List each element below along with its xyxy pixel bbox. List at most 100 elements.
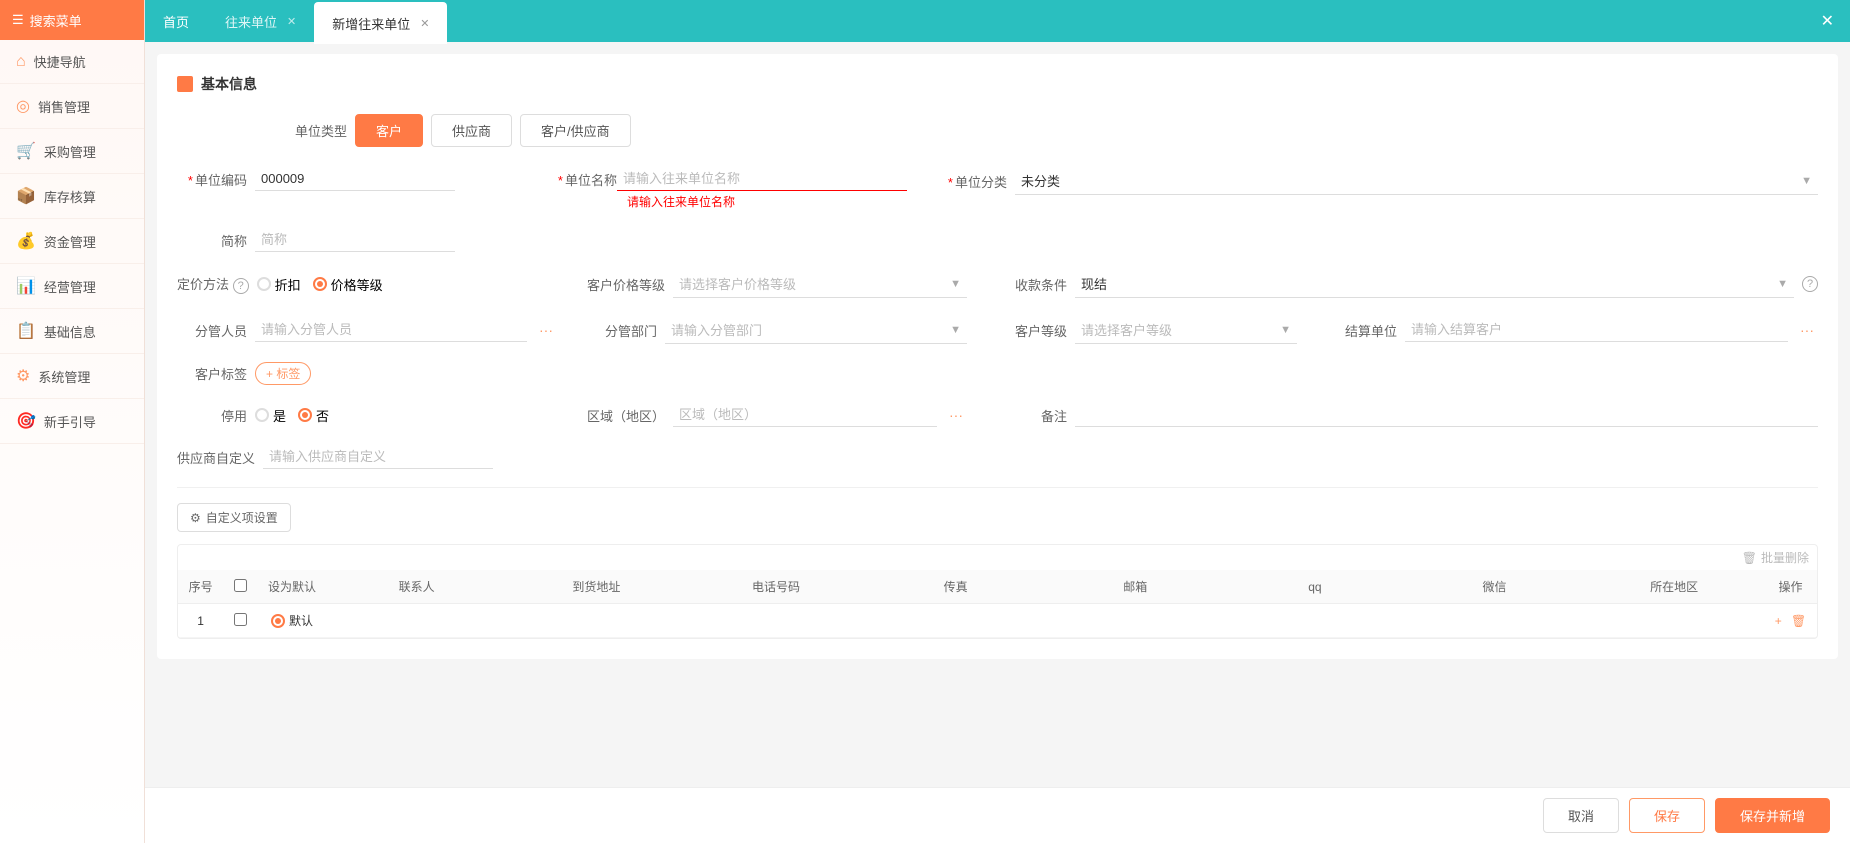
tab-home[interactable]: 首页 [145,0,207,42]
radio-price-level[interactable]: 价格等级 [313,275,383,294]
customer-level-select[interactable]: 请选择客户等级 ▼ [1075,316,1297,344]
field-payment-terms: 收款条件 现结 ▼ ? [997,270,1818,298]
unit-type-label: 单位类型 [277,121,347,140]
unit-code-label: *单位编码 [177,170,247,189]
region-input[interactable] [673,403,937,427]
tab-new-transaction[interactable]: 新增往来单位 ✕ [314,2,447,44]
tab-transactions[interactable]: 往来单位 ✕ [207,0,314,42]
cell-region[interactable] [1584,604,1764,638]
radio-discount-label: 折扣 [275,275,301,294]
pricing-method-group: 折扣 价格等级 [257,275,383,294]
batch-delete-icon: 🗑 [1742,551,1757,565]
batch-delete-button[interactable]: 🗑 批量删除 [1742,549,1809,566]
save-and-new-button[interactable]: 保存并新增 [1715,798,1830,833]
payment-terms-arrow: ▼ [1777,278,1788,290]
department-select[interactable]: 请输入分管部门 ▼ [665,316,967,344]
close-all-tabs[interactable]: ✕ [1805,11,1850,31]
field-region: 区域（地区） ··· [587,403,967,427]
cell-address[interactable] [507,604,687,638]
sidebar-item-system[interactable]: ⚙ 系统管理 [0,354,144,399]
sidebar-label-inventory: 库存核算 [44,187,96,206]
save-button[interactable]: 保存 [1629,798,1705,833]
cell-fax[interactable] [866,604,1046,638]
supplier-custom-input[interactable] [263,445,493,469]
unit-code-input[interactable] [255,167,455,191]
unit-type-supplier[interactable]: 供应商 [431,114,512,147]
radio-yes-label: 是 [273,406,286,425]
tab-new-transaction-close[interactable]: ✕ [420,17,429,30]
customer-tag-label: 客户标签 [177,364,247,383]
radio-discount[interactable]: 折扣 [257,275,301,294]
row-checkbox[interactable] [234,613,247,626]
radio-yes[interactable]: 是 [255,406,286,425]
unit-category-value: 未分类 [1021,171,1797,190]
th-contact: 联系人 [327,570,507,604]
cell-qq[interactable] [1225,604,1405,638]
contact-input[interactable] [337,614,497,628]
phone-input[interactable] [696,614,856,628]
region-cell-input[interactable] [1594,614,1754,628]
sidebar-label-guide: 新手引导 [44,412,96,431]
settlement-unit-input[interactable] [1405,318,1788,342]
cell-email[interactable] [1045,604,1225,638]
th-wechat: 微信 [1405,570,1585,604]
radio-no[interactable]: 否 [298,406,329,425]
add-tag-button[interactable]: + 标签 [255,362,311,385]
abbreviation-input[interactable] [255,228,455,252]
unit-name-input[interactable] [617,167,907,191]
sidebar-item-basic[interactable]: 📋 基础信息 [0,309,144,354]
cell-wechat[interactable] [1405,604,1585,638]
field-customer-tag: 客户标签 + 标签 [177,362,557,385]
fax-input[interactable] [876,614,1036,628]
unit-type-customer[interactable]: 客户 [355,114,423,147]
sidebar-label-basic: 基础信息 [44,322,96,341]
section-basic-info: 基本信息 [177,74,1818,94]
unit-type-both[interactable]: 客户/供应商 [520,114,631,147]
customize-settings-button[interactable]: ⚙ 自定义项设置 [177,503,291,532]
guide-icon: 🎯 [16,411,36,431]
search-menu-label: 搜索菜单 [30,11,82,30]
cancel-button[interactable]: 取消 [1543,798,1619,833]
tab-transactions-close[interactable]: ✕ [287,15,296,28]
field-manager: 分管人员 ··· [177,318,557,342]
search-menu[interactable]: ☰ 搜索菜单 [0,0,144,40]
default-radio[interactable]: 默认 [267,612,317,629]
unit-category-select[interactable]: 未分类 ▼ [1015,167,1818,195]
system-icon: ⚙ [16,366,30,386]
sidebar-item-inventory[interactable]: 📦 库存核算 [0,174,144,219]
add-row-btn[interactable]: + [1775,614,1782,628]
manager-ellipsis[interactable]: ··· [535,322,557,338]
sidebar-item-purchase[interactable]: 🛒 采购管理 [0,129,144,174]
finance-icon: 💰 [16,231,36,251]
row-abbreviation: 简称 [177,228,1818,252]
radio-price-level-dot [317,281,323,287]
settlement-ellipsis[interactable]: ··· [1796,322,1818,338]
remark-label: 备注 [997,406,1067,425]
sidebar-item-operations[interactable]: 📊 经营管理 [0,264,144,309]
sidebar-item-sales[interactable]: ◎ 销售管理 [0,84,144,129]
payment-terms-label: 收款条件 [997,275,1067,294]
delete-row-btn[interactable]: 🗑 [1791,614,1806,628]
pricing-method-help[interactable]: ? [233,278,249,294]
remark-input[interactable] [1075,403,1818,427]
sidebar-item-quick-nav[interactable]: ⌂ 快捷导航 [0,40,144,84]
price-level-arrow: ▼ [950,278,961,290]
select-all-checkbox[interactable] [234,579,247,592]
sidebar-item-guide[interactable]: 🎯 新手引导 [0,399,144,444]
payment-terms-help[interactable]: ? [1802,276,1818,292]
manager-input[interactable] [255,318,527,342]
email-input[interactable] [1055,614,1215,628]
sidebar-label-sales: 销售管理 [38,97,90,116]
region-ellipsis[interactable]: ··· [945,407,967,423]
sidebar-label-purchase: 采购管理 [44,142,96,161]
sidebar-item-finance[interactable]: 💰 资金管理 [0,219,144,264]
field-pricing-method: 定价方法 ? 折扣 价格等级 [177,274,557,294]
wechat-input[interactable] [1415,614,1575,628]
cell-contact[interactable] [327,604,507,638]
payment-terms-select[interactable]: 现结 ▼ [1075,270,1794,298]
customer-price-level-select[interactable]: 请选择客户价格等级 ▼ [673,270,967,298]
cell-phone[interactable] [686,604,866,638]
tab-home-label: 首页 [163,12,189,31]
address-input[interactable] [517,614,677,628]
qq-input[interactable] [1235,614,1395,628]
